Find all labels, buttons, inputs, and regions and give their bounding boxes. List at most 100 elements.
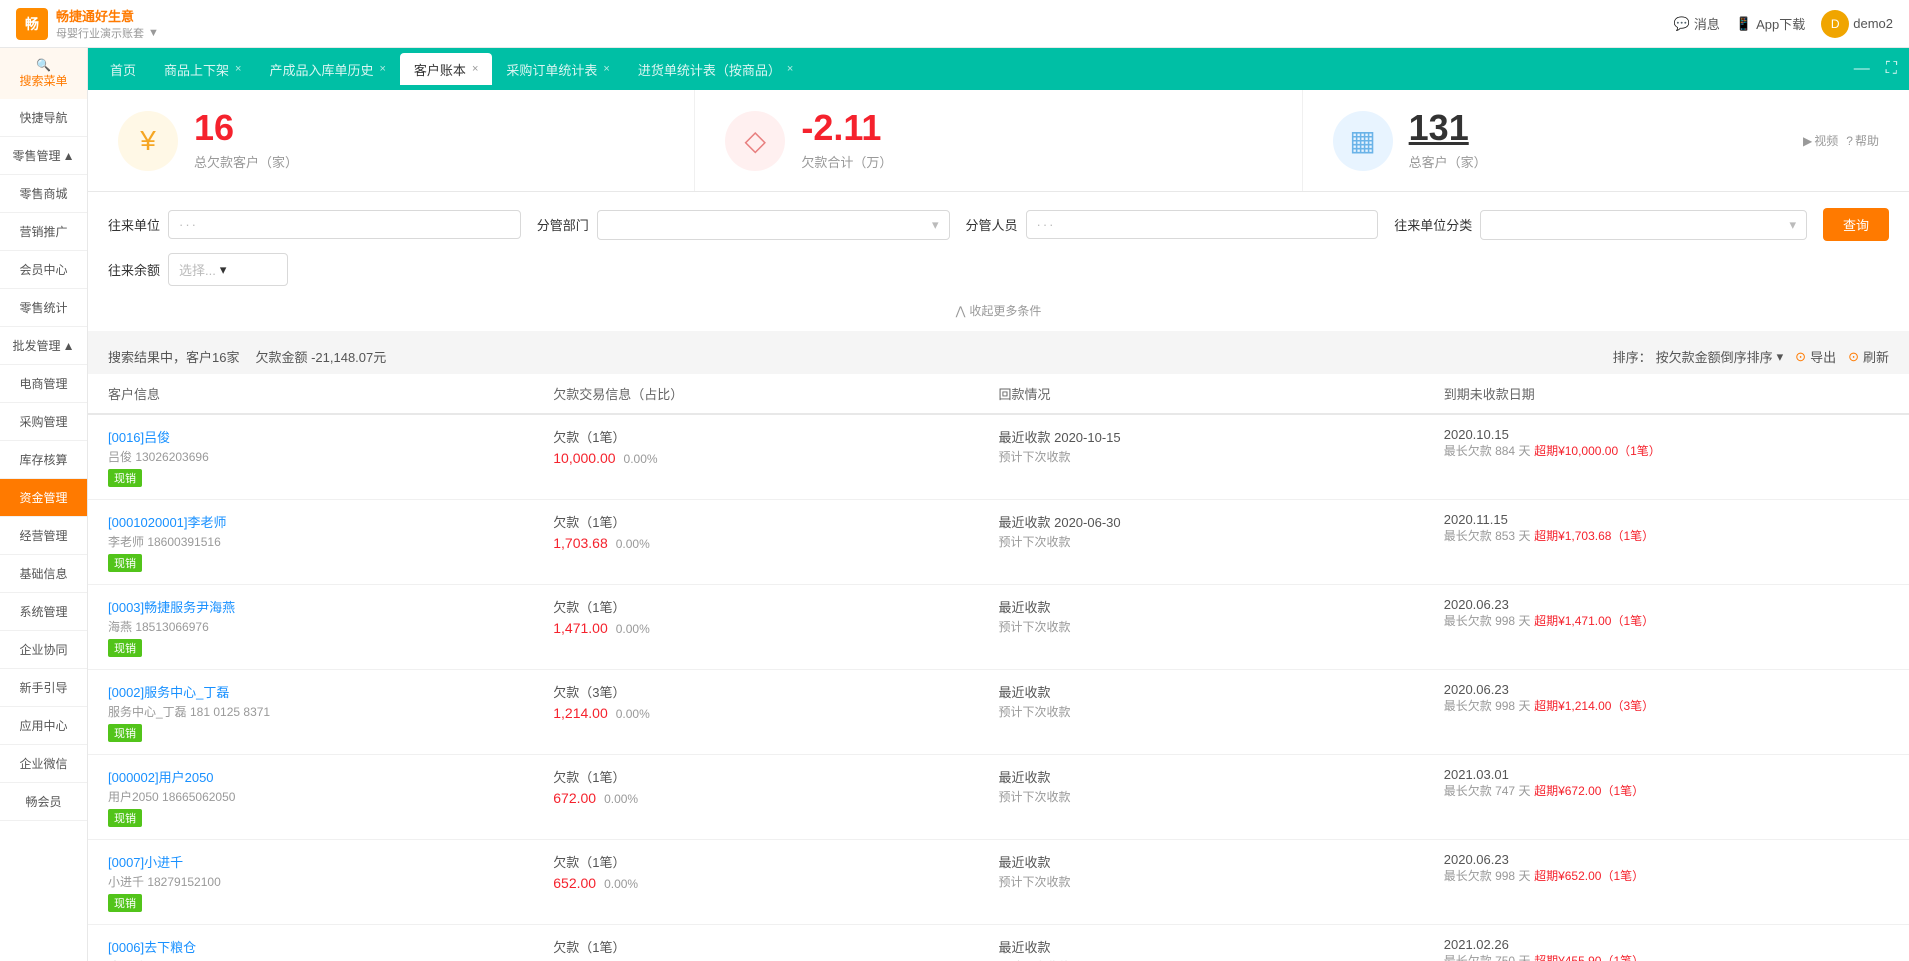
debt-info-6: 欠款（1笔） 455.900.00% (553, 937, 998, 961)
sidebar-item-beginner[interactable]: 新手引导 (0, 669, 87, 707)
page-content: ¥ 16 总欠款客户（家） ◇ -2.11 欠款合计（万） ▦ (88, 90, 1909, 961)
tab-minimize-button[interactable]: — (1850, 60, 1874, 78)
phone-icon: 📱 (1736, 16, 1752, 32)
customer-name-2[interactable]: [0003]畅捷服务尹海燕 (108, 597, 553, 616)
due-date-0: 2020.10.15 最长欠款 884 天 超期¥10,000.00（1笔） (1444, 427, 1889, 459)
result-summary-bar: 搜索结果中，客户16家 欠款金额 -21,148.07元 排序： 按欠款金额倒序… (88, 339, 1909, 374)
customer-phone-0: 吕俊 13026203696 (108, 448, 553, 465)
recovery-info-6: 最近收款 预计下次收款 (999, 937, 1444, 961)
query-button[interactable]: 查询 (1823, 208, 1889, 241)
stat-info-1: 16 总欠款客户（家） (194, 110, 664, 171)
customer-phone-5: 小进千 18279152100 (108, 873, 553, 890)
table-row: [0006]去下粮仓 陈小希 现销 欠款（1笔） 455.900.00% 最近收… (88, 925, 1909, 961)
help-action[interactable]: ? 帮助 (1846, 132, 1879, 149)
tab-close-icon-3[interactable]: × (472, 63, 478, 75)
logo-subtitle[interactable]: 母婴行业演示账套 ▼ (56, 25, 159, 41)
tab-fullscreen-button[interactable]: ⛶ (1882, 60, 1901, 78)
sidebar-item-retail-mall[interactable]: 零售商城 (0, 175, 87, 213)
video-icon: ▶ (1803, 134, 1812, 148)
filter-category-select[interactable]: ▾ (1480, 210, 1807, 240)
customer-name-6[interactable]: [0006]去下粮仓 (108, 937, 553, 956)
col-header-due: 到期未收款日期 (1444, 384, 1889, 403)
sidebar-item-operations[interactable]: 经营管理 (0, 517, 87, 555)
debt-info-5: 欠款（1笔） 652.000.00% (553, 852, 998, 891)
customer-name-0[interactable]: [0016]吕俊 (108, 427, 553, 446)
sidebar-item-marketing[interactable]: 营销推广 (0, 213, 87, 251)
top-right-area: 💬 消息 📱 App下载 D demo2 (1674, 10, 1893, 38)
sidebar-item-wholesale-mgmt[interactable]: 批发管理 ▲ (0, 327, 87, 365)
collapse-icon: ⋀ (956, 304, 966, 318)
user-avatar-button[interactable]: D demo2 (1821, 10, 1893, 38)
sidebar-item-ecommerce[interactable]: 电商管理 (0, 365, 87, 403)
sort-selector[interactable]: 排序： 按欠款金额倒序排序 ▾ (1613, 347, 1784, 366)
debt-info-4: 欠款（1笔） 672.000.00% (553, 767, 998, 806)
sidebar-item-inventory[interactable]: 库存核算 (0, 441, 87, 479)
logo-title: 畅捷通好生意 (56, 6, 159, 25)
customer-phone-2: 海燕 18513066976 (108, 618, 553, 635)
message-button[interactable]: 💬 消息 (1674, 14, 1720, 33)
sidebar-item-member[interactable]: 会员中心 (0, 251, 87, 289)
stats-row: ¥ 16 总欠款客户（家） ◇ -2.11 欠款合计（万） ▦ (88, 90, 1909, 192)
tab-home[interactable]: 首页 (96, 53, 150, 85)
video-action[interactable]: ▶ 视频 (1803, 132, 1838, 149)
sidebar-item-quick-nav[interactable]: 快捷导航 (0, 99, 87, 137)
sidebar-item-basic-info[interactable]: 基础信息 (0, 555, 87, 593)
customer-info-2: [0003]畅捷服务尹海燕 海燕 18513066976 现销 (108, 597, 553, 657)
filter-department-select[interactable]: ▾ (597, 210, 950, 240)
debt-info-1: 欠款（1笔） 1,703.680.00% (553, 512, 998, 551)
stat-label-total-customers: 总客户（家） (1409, 152, 1787, 171)
chevron-icon: ▲ (63, 149, 75, 163)
stat-info-3: 131 总客户（家） (1409, 110, 1787, 171)
customer-tag-0: 现销 (108, 469, 142, 487)
debt-info-2: 欠款（1笔） 1,471.000.00% (553, 597, 998, 636)
search-menu-item[interactable]: 🔍 搜索菜单 (0, 48, 87, 99)
message-icon: 💬 (1674, 16, 1690, 32)
col-header-customer: 客户信息 (108, 384, 553, 403)
table-header: 客户信息 欠款交易信息（占比） 回款情况 到期未收款日期 (88, 374, 1909, 415)
refresh-button[interactable]: ⊙ 刷新 (1848, 347, 1889, 366)
sidebar-item-retail-stats[interactable]: 零售统计 (0, 289, 87, 327)
export-button[interactable]: ⊙ 导出 (1795, 347, 1836, 366)
filter-balance: 往来余额 选择... ▾ (108, 253, 288, 286)
sidebar-item-purchase[interactable]: 采购管理 (0, 403, 87, 441)
sort-arrow-icon: ▾ (1777, 349, 1784, 365)
tab-close-icon-2[interactable]: × (379, 63, 385, 75)
filter-company-input[interactable]: ··· (168, 210, 521, 239)
table-row: [0001020001]李老师 李老师 18600391516 现销 欠款（1笔… (88, 500, 1909, 585)
sidebar-item-system[interactable]: 系统管理 (0, 593, 87, 631)
filter-area: 往来单位 ··· 分管部门 ▾ 分管人员 (88, 192, 1909, 331)
sidebar-item-retail-mgmt[interactable]: 零售管理 ▲ (0, 137, 87, 175)
app-download-button[interactable]: 📱 App下载 (1736, 14, 1805, 33)
logo-icon: 畅 (16, 8, 48, 40)
main-area: 首页 商品上下架 × 产成品入库单历史 × 客户账本 × 采购订单统计表 × 进… (88, 48, 1909, 961)
customer-name-5[interactable]: [0007]小进千 (108, 852, 553, 871)
filter-person-input[interactable]: ··· (1026, 210, 1379, 239)
customer-name-1[interactable]: [0001020001]李老师 (108, 512, 553, 531)
tab-customer-account[interactable]: 客户账本 × (400, 53, 492, 85)
sidebar-item-enterprise-wechat[interactable]: 企业微信 (0, 745, 87, 783)
tab-close-icon-4[interactable]: × (603, 63, 609, 75)
filter-row-2: 往来余额 选择... ▾ (108, 253, 1889, 286)
filter-balance-select[interactable]: 选择... ▾ (168, 253, 288, 286)
sidebar-item-app-center[interactable]: 应用中心 (0, 707, 87, 745)
tab-product-history[interactable]: 产成品入库单历史 × (255, 53, 399, 85)
logo-text-area: 畅捷通好生意 母婴行业演示账套 ▼ (56, 6, 159, 41)
customer-name-3[interactable]: [0002]服务中心_丁磊 (108, 682, 553, 701)
sidebar-item-enterprise-collab[interactable]: 企业协同 (0, 631, 87, 669)
collapse-button[interactable]: ⋀ 收起更多条件 (108, 298, 1889, 323)
table-row: [0002]服务中心_丁磊 服务中心_丁磊 181 0125 8371 现销 欠… (88, 670, 1909, 755)
customer-name-4[interactable]: [000002]用户2050 (108, 767, 553, 786)
stat-card-debt-total: ◇ -2.11 欠款合计（万） (695, 90, 1302, 191)
tab-purchase-stats-product[interactable]: 进货单统计表（按商品） × (624, 53, 807, 85)
due-date-4: 2021.03.01 最长欠款 747 天 超期¥672.00（1笔） (1444, 767, 1889, 799)
sidebar-item-finance[interactable]: 资金管理 (0, 479, 87, 517)
tab-close-icon[interactable]: × (235, 63, 241, 75)
logo-area: 畅 畅捷通好生意 母婴行业演示账套 ▼ (16, 6, 159, 41)
tab-close-icon-5[interactable]: × (787, 63, 793, 75)
table-row: [0007]小进千 小进千 18279152100 现销 欠款（1笔） 652.… (88, 840, 1909, 925)
stat-number-debt-total: -2.11 (801, 110, 1271, 146)
tab-product-listing[interactable]: 商品上下架 × (150, 53, 255, 85)
data-table: 客户信息 欠款交易信息（占比） 回款情况 到期未收款日期 [0016]吕俊 吕俊… (88, 374, 1909, 961)
sidebar-item-member-vip[interactable]: 畅会员 (0, 783, 87, 821)
tab-purchase-order-stats[interactable]: 采购订单统计表 × (492, 53, 623, 85)
